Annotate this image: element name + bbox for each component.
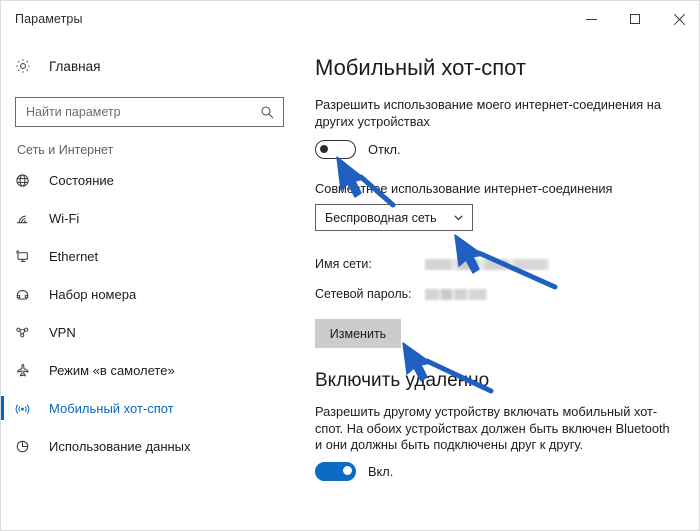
chevron-down-icon: [452, 211, 465, 224]
sidebar-item-label: Мобильный хот-спот: [49, 400, 174, 416]
gear-icon: [15, 58, 41, 74]
toggle-knob: [342, 465, 352, 475]
sidebar-item-label: Режим «в самолете»: [49, 362, 175, 378]
sidebar-section-header: Сеть и Интернет: [17, 143, 114, 157]
sidebar-item-airplane-mode[interactable]: Режим «в самолете»: [1, 351, 301, 389]
toggle-knob: [319, 145, 328, 153]
search-box[interactable]: [15, 97, 284, 127]
hotspot-icon: [15, 401, 41, 416]
sidebar-item-label: Ethernet: [49, 248, 99, 264]
share-toggle-label: Откл.: [368, 142, 401, 157]
sidebar-item-label: Набор номера: [49, 286, 137, 302]
close-icon: [673, 13, 685, 25]
network-name-row: Имя сети:: [315, 253, 699, 275]
network-password-row: Сетевой пароль:: [315, 283, 699, 305]
airplane-icon: [15, 363, 41, 378]
share-description: Разрешить использование моего интернет-с…: [315, 97, 661, 129]
content-pane: Мобильный хот-спот Разрешить использован…: [301, 37, 699, 530]
remote-description: Разрешить другому устройству включать мо…: [315, 404, 670, 452]
network-name-value: [425, 258, 549, 270]
close-button[interactable]: [657, 1, 699, 37]
sidebar-item-label: Wi-Fi: [49, 210, 80, 226]
remote-toggle-row: Вкл.: [315, 461, 699, 481]
network-password-value: [425, 288, 487, 300]
sidebar-item-dialup[interactable]: Набор номера: [1, 275, 301, 313]
sidebar-item-home[interactable]: Главная: [1, 47, 301, 85]
sidebar-item-label: Состояние: [49, 172, 114, 188]
maximize-button[interactable]: [613, 1, 657, 37]
sidebar-home-label: Главная: [49, 58, 101, 74]
connection-dropdown[interactable]: Беспроводная сеть: [315, 204, 473, 231]
sidebar-item-ethernet[interactable]: Ethernet: [1, 237, 301, 275]
sidebar-item-label: VPN: [49, 324, 76, 340]
globe-icon: [15, 173, 41, 188]
window-controls: [569, 1, 699, 37]
minimize-button[interactable]: [569, 1, 613, 37]
vpn-icon: [15, 325, 41, 340]
page-title: Мобильный хот-спот: [315, 55, 527, 80]
settings-window: Параметры Главная Найти параметр Сеть и …: [0, 0, 700, 531]
title-bar: Параметры: [1, 1, 699, 37]
remote-toggle[interactable]: [315, 461, 356, 481]
remote-section-title: Включить удаленно: [315, 370, 490, 391]
sidebar-item-status[interactable]: Состояние: [1, 161, 301, 199]
sharing-label: Совместное использование интернет-соедин…: [315, 181, 613, 196]
search-input[interactable]: [16, 105, 256, 119]
sidebar: Главная Сеть и Интернет Состояние: [1, 37, 301, 530]
connection-dropdown-value: Беспроводная сеть: [325, 210, 437, 225]
monitor-icon: [15, 249, 41, 264]
share-toggle-row: Откл.: [315, 140, 699, 159]
pie-chart-icon: [15, 439, 41, 454]
phone-icon: [15, 287, 41, 302]
minimize-icon: [585, 18, 597, 20]
sidebar-item-mobile-hotspot[interactable]: Мобильный хот-спот: [1, 389, 301, 427]
share-toggle[interactable]: [315, 140, 356, 159]
maximize-icon: [630, 14, 640, 24]
sidebar-item-data-usage[interactable]: Использование данных: [1, 427, 301, 465]
wifi-icon: [15, 211, 41, 226]
sidebar-item-wifi[interactable]: Wi-Fi: [1, 199, 301, 237]
search-icon[interactable]: [256, 105, 283, 119]
network-name-label: Имя сети:: [315, 257, 372, 271]
sidebar-item-label: Использование данных: [49, 438, 191, 454]
sidebar-item-vpn[interactable]: VPN: [1, 313, 301, 351]
edit-button[interactable]: Изменить: [315, 319, 401, 348]
window-title: Параметры: [15, 12, 83, 26]
network-password-label: Сетевой пароль:: [315, 287, 412, 301]
remote-toggle-label: Вкл.: [368, 463, 394, 479]
